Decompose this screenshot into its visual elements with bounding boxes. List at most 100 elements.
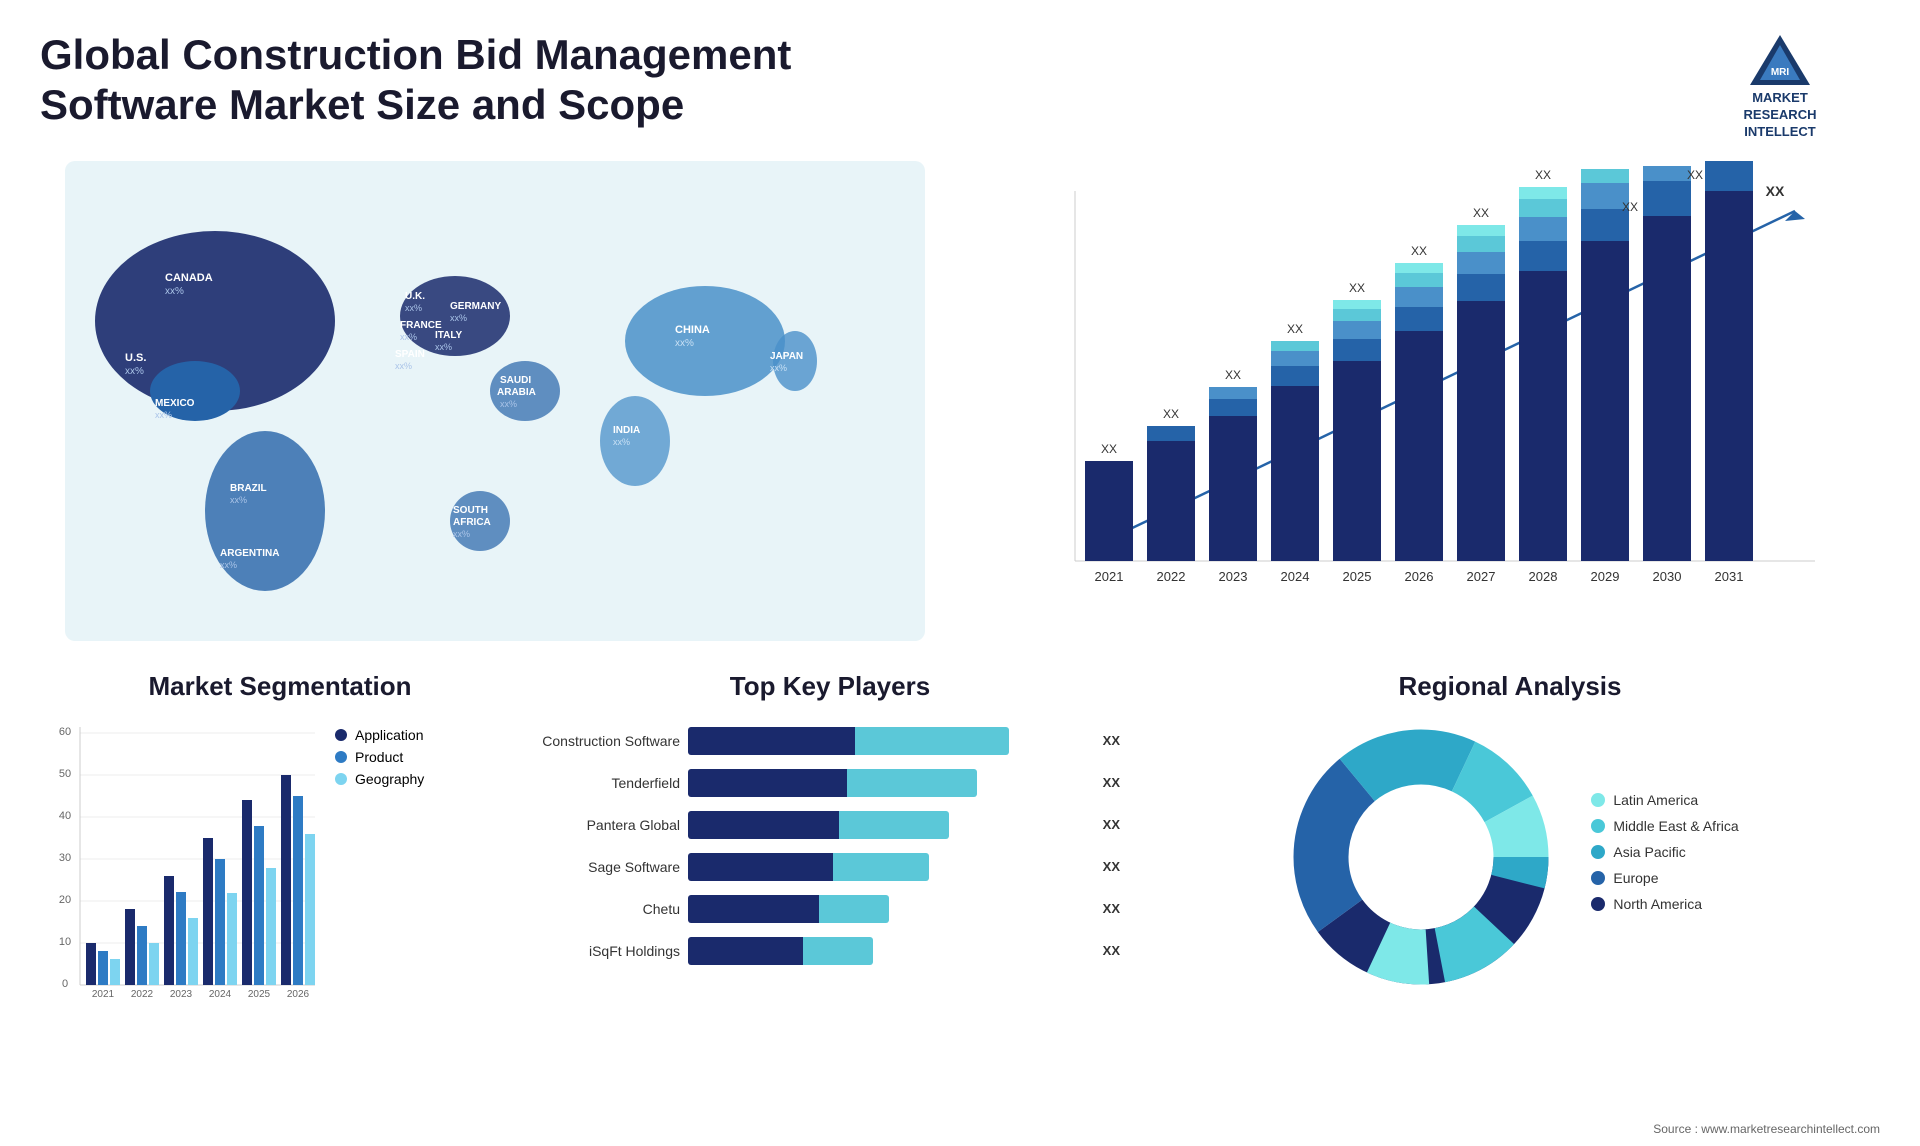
player-row-2: Tenderfield XX [540,769,1120,797]
svg-text:2029: 2029 [1591,569,1620,584]
svg-text:xx%: xx% [613,437,630,447]
players-title: Top Key Players [540,671,1120,702]
legend-label-latin: Latin America [1613,792,1698,808]
svg-text:CHINA: CHINA [675,324,710,336]
svg-text:xx%: xx% [770,363,787,373]
source-text: Source : www.marketresearchintellect.com [1653,1122,1880,1136]
legend-dot-mea [1591,819,1605,833]
seg-dot-product [335,751,347,763]
svg-text:XX: XX [1766,183,1785,199]
player-value-5: XX [1103,895,1120,923]
svg-text:2027: 2027 [1467,569,1496,584]
svg-text:XX: XX [1287,322,1303,336]
svg-text:ARGENTINA: ARGENTINA [220,548,279,559]
player-bar-6 [688,937,1090,965]
page-title: Global Construction Bid Management Softw… [40,30,840,131]
logo-area: MRI MARKET RESEARCH INTELLECT [1680,30,1880,141]
player-bar-light-2 [847,769,977,797]
svg-text:SAUDI: SAUDI [500,375,531,386]
svg-text:xx%: xx% [155,410,172,420]
svg-text:30: 30 [59,852,71,864]
svg-text:xx%: xx% [165,286,184,297]
svg-text:BRAZIL: BRAZIL [230,483,267,494]
svg-text:AFRICA: AFRICA [453,517,491,528]
player-row-5: Chetu XX [540,895,1120,923]
player-bar-light-6 [803,937,873,965]
logo-text: MARKET RESEARCH INTELLECT [1744,90,1817,141]
svg-text:XX: XX [1163,407,1179,421]
player-bar-2 [688,769,1090,797]
seg-label-product: Product [355,749,403,765]
svg-text:ITALY: ITALY [435,330,463,341]
svg-text:xx%: xx% [400,332,417,342]
player-value-6: XX [1103,937,1120,965]
player-row-1: Construction Software XX [540,727,1120,755]
svg-text:XX: XX [1473,206,1489,220]
legend-label-apac: Asia Pacific [1613,844,1685,860]
regional-title: Regional Analysis [1140,671,1880,702]
player-bar-dark-3 [688,811,839,839]
bar-chart-svg: 2021 XX 2022 XX 2023 XX [970,161,1880,641]
svg-text:XX: XX [1687,168,1703,182]
svg-text:2021: 2021 [1095,569,1124,584]
svg-text:2025: 2025 [1343,569,1372,584]
seg-legend-product: Product [335,749,424,765]
svg-text:xx%: xx% [435,342,452,352]
seg-label-geography: Geography [355,771,424,787]
segmentation-section: Market Segmentation 0 10 20 30 40 50 60 [40,671,520,1051]
player-bar-light-5 [819,895,889,923]
players-bars: Construction Software XX Tenderfield [540,717,1120,989]
svg-text:0: 0 [62,978,68,990]
player-bar-4 [688,853,1090,881]
regional-section: Regional Analysis [1140,671,1880,1051]
player-bar-dark-5 [688,895,819,923]
svg-text:U.K.: U.K. [405,291,425,302]
header: Global Construction Bid Management Softw… [40,30,1880,141]
legend-dot-apac [1591,845,1605,859]
seg-dot-geography [335,773,347,785]
svg-text:2028: 2028 [1529,569,1558,584]
player-value-3: XX [1103,811,1120,839]
logo-icon: MRI [1740,30,1820,90]
player-value-1: XX [1103,727,1120,755]
svg-text:2024: 2024 [209,989,232,997]
svg-text:60: 60 [59,726,71,738]
player-name-1: Construction Software [540,733,680,749]
legend-latin-america: Latin America [1591,792,1738,808]
svg-text:XX: XX [1101,442,1117,456]
svg-text:xx%: xx% [220,560,237,570]
legend-dot-na [1591,897,1605,911]
svg-text:XX: XX [1535,168,1551,182]
svg-text:2022: 2022 [131,989,154,997]
svg-text:2024: 2024 [1281,569,1310,584]
player-name-4: Sage Software [540,859,680,875]
player-bar-3 [688,811,1090,839]
svg-text:xx%: xx% [395,361,412,371]
legend-north-america: North America [1591,896,1738,912]
seg-label-application: Application [355,727,424,743]
svg-text:2021: 2021 [92,989,115,997]
svg-text:xx%: xx% [405,303,422,313]
player-bar-light-3 [839,811,949,839]
legend-label-europe: Europe [1613,870,1658,886]
players-section: Top Key Players Construction Software XX… [540,671,1120,1051]
svg-text:CANADA: CANADA [165,272,213,284]
legend-dot-europe [1591,871,1605,885]
regional-wrapper: Latin America Middle East & Africa Asia … [1140,717,1880,997]
bar-chart-section: 2021 XX 2022 XX 2023 XX [970,161,1880,641]
svg-text:XX: XX [1225,368,1241,382]
player-bar-1 [688,727,1090,755]
bar-chart-wrapper: 2021 XX 2022 XX 2023 XX [970,161,1880,641]
svg-text:MEXICO: MEXICO [155,398,195,409]
svg-text:2023: 2023 [1219,569,1248,584]
svg-text:xx%: xx% [450,313,467,323]
svg-text:xx%: xx% [125,366,144,377]
map-section: CANADA xx% U.S. xx% MEXICO xx% BRAZIL xx… [40,161,950,641]
player-value-4: XX [1103,853,1120,881]
segmentation-legend: Application Product Geography [335,727,424,793]
svg-text:xx%: xx% [230,495,247,505]
svg-text:2023: 2023 [170,989,193,997]
svg-text:XX: XX [1349,281,1365,295]
segmentation-chart: 0 10 20 30 40 50 60 [40,717,320,997]
world-map: CANADA xx% U.S. xx% MEXICO xx% BRAZIL xx… [40,161,950,641]
